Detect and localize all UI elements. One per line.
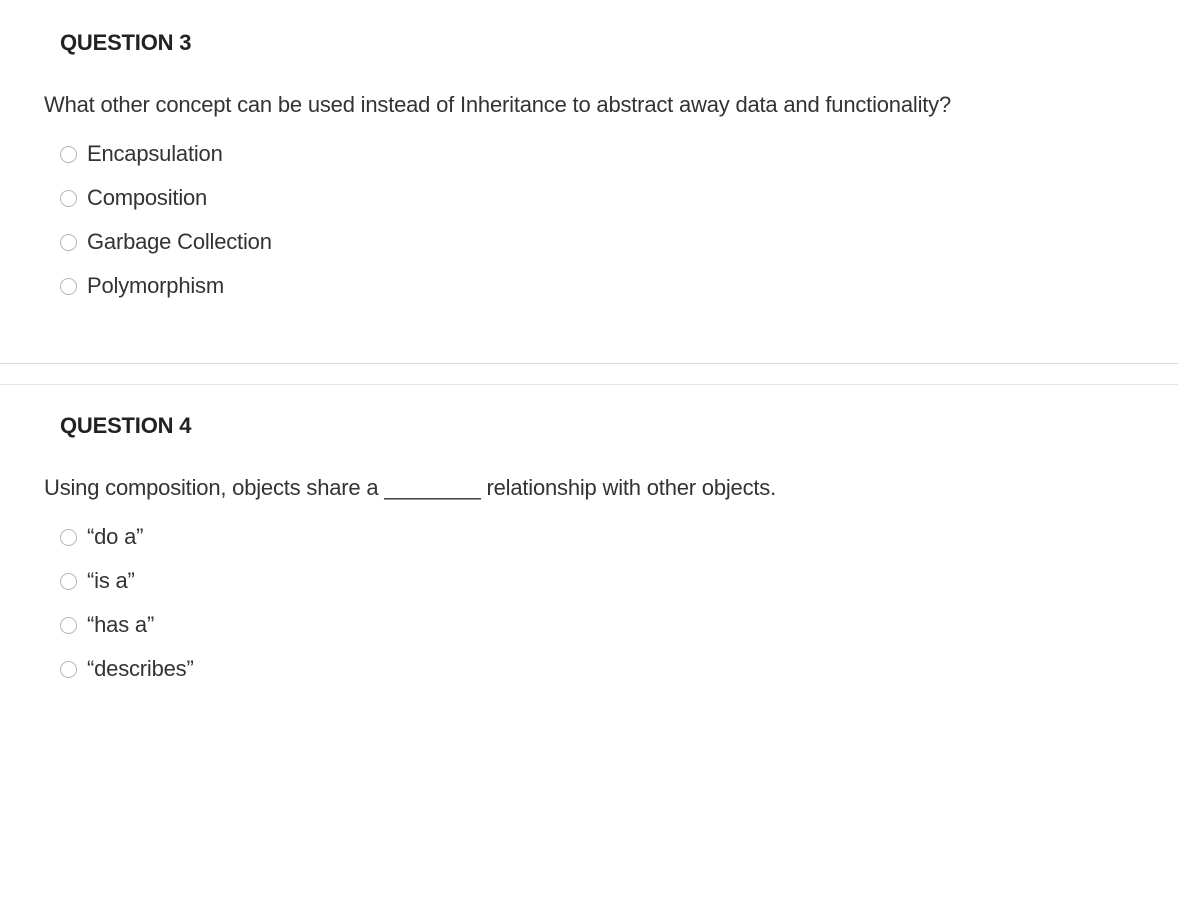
question-title: QUESTION 3 [60, 30, 1178, 56]
option-label: Garbage Collection [87, 229, 272, 255]
answer-option[interactable]: Garbage Collection [60, 220, 1178, 264]
radio-icon [60, 146, 77, 163]
radio-icon [60, 661, 77, 678]
answer-option[interactable]: Encapsulation [60, 132, 1178, 176]
option-label: “describes” [87, 656, 194, 682]
question-prompt: What other concept can be used instead o… [44, 92, 1178, 118]
answer-option[interactable]: Polymorphism [60, 264, 1178, 308]
answer-option[interactable]: “is a” [60, 559, 1178, 603]
option-label: Encapsulation [87, 141, 223, 167]
radio-icon [60, 529, 77, 546]
option-label: “is a” [87, 568, 135, 594]
answer-option[interactable]: Composition [60, 176, 1178, 220]
answer-option[interactable]: “describes” [60, 647, 1178, 691]
question-title: QUESTION 4 [60, 413, 1178, 439]
radio-icon [60, 190, 77, 207]
option-label: Polymorphism [87, 273, 224, 299]
option-label: “do a” [87, 524, 143, 550]
separator-line [0, 363, 1178, 364]
option-label: “has a” [87, 612, 154, 638]
question-prompt: Using composition, objects share a _____… [44, 475, 1178, 501]
option-label: Composition [87, 185, 207, 211]
quiz-page: QUESTION 3 What other concept can be use… [0, 0, 1178, 786]
answer-option[interactable]: “do a” [60, 515, 1178, 559]
radio-icon [60, 278, 77, 295]
radio-icon [60, 573, 77, 590]
question-block: QUESTION 3 What other concept can be use… [0, 20, 1178, 363]
question-block: QUESTION 4 Using composition, objects sh… [0, 385, 1178, 746]
answer-option[interactable]: “has a” [60, 603, 1178, 647]
radio-icon [60, 617, 77, 634]
radio-icon [60, 234, 77, 251]
